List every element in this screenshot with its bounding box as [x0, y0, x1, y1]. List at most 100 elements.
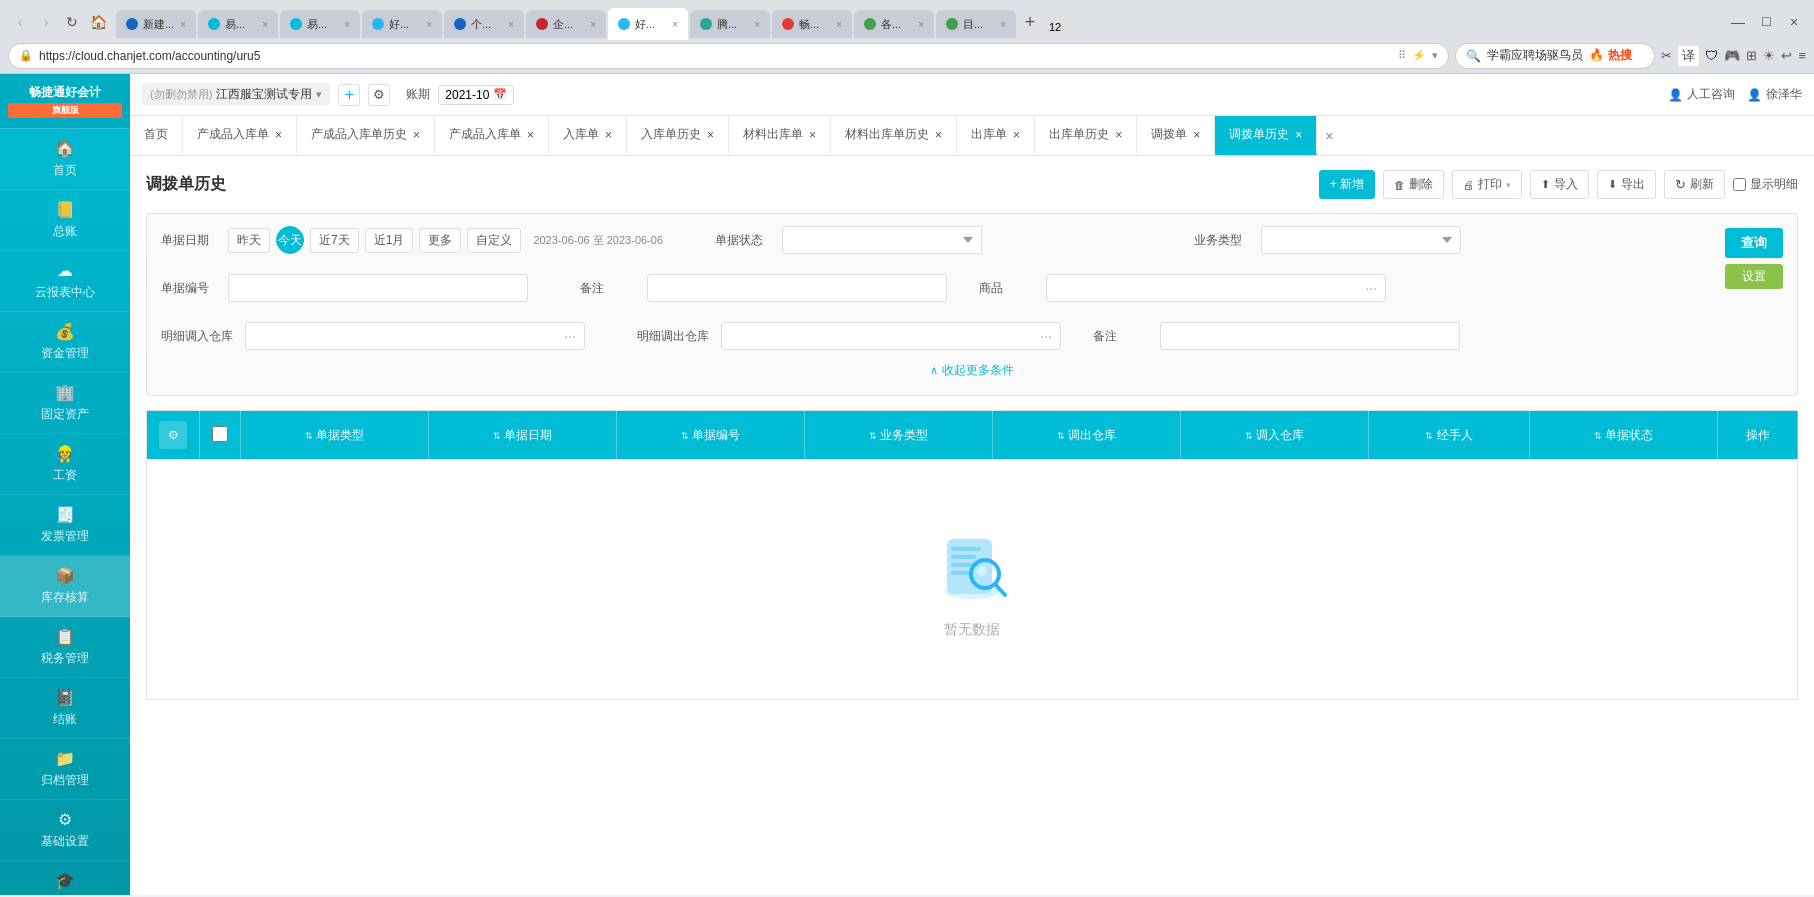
- today-btn[interactable]: 今天: [276, 226, 304, 254]
- page-tab-5[interactable]: 入库单历史 ×: [627, 116, 729, 155]
- shield-icon[interactable]: 🛡: [1705, 48, 1718, 63]
- collapse-btn[interactable]: ∧ 收起更多条件: [161, 358, 1783, 383]
- search-bar[interactable]: 🔍 学霸应聘场驱鸟员 🔥 热搜: [1455, 43, 1655, 69]
- refresh-btn[interactable]: ↻ 刷新: [1664, 170, 1725, 199]
- browser-tab-8[interactable]: 腾... ×: [690, 10, 770, 38]
- sidebar-item-archive[interactable]: 📁 归档管理: [0, 739, 130, 800]
- in-warehouse-selector[interactable]: ···: [245, 322, 585, 350]
- status-select[interactable]: [782, 226, 982, 254]
- page-tab-8-close-btn[interactable]: ×: [1013, 128, 1020, 142]
- goods-selector[interactable]: ···: [1046, 274, 1386, 302]
- tab-10-close[interactable]: ×: [918, 19, 924, 30]
- browser-tab-9[interactable]: 畅... ×: [772, 10, 852, 38]
- user-btn[interactable]: 👤 徐泽华: [1747, 86, 1802, 103]
- tab-6-close[interactable]: ×: [590, 19, 596, 30]
- page-tab-6-close-btn[interactable]: ×: [809, 128, 816, 142]
- tab-4-close[interactable]: ×: [426, 19, 432, 30]
- tab-7-close[interactable]: ×: [672, 19, 678, 30]
- page-tab-4-close-btn[interactable]: ×: [605, 128, 612, 142]
- voucher-input[interactable]: [228, 274, 528, 302]
- sidebar-item-settings[interactable]: ⚙ 基础设置: [0, 800, 130, 861]
- brightness-icon[interactable]: ☀: [1763, 48, 1775, 63]
- custom-btn[interactable]: 自定义: [467, 228, 521, 253]
- page-tab-3-close-btn[interactable]: ×: [527, 128, 534, 142]
- remark2-input[interactable]: [1160, 322, 1460, 350]
- sidebar-item-closeaccount[interactable]: 📓 结账: [0, 678, 130, 739]
- address-bar[interactable]: 🔒 https://cloud.chanjet.com/accounting/u…: [8, 43, 1449, 69]
- print-btn[interactable]: 🖨 打印 ▾: [1452, 170, 1522, 199]
- yesterday-btn[interactable]: 昨天: [228, 228, 270, 253]
- page-tab-4[interactable]: 入库单 ×: [549, 116, 627, 155]
- table-col-biztype[interactable]: ⇅ 业务类型: [804, 411, 992, 460]
- tab-1-close[interactable]: ×: [180, 19, 186, 30]
- page-tab-home[interactable]: 首页: [130, 116, 183, 155]
- sidebar-item-cloud-report[interactable]: ☁ 云报表中心: [0, 251, 130, 312]
- gear-settings-btn[interactable]: ⚙: [368, 84, 390, 106]
- query-btn[interactable]: 查询: [1725, 228, 1783, 258]
- page-tab-7[interactable]: 材料出库单历史 ×: [831, 116, 957, 155]
- page-tab-5-close-btn[interactable]: ×: [707, 128, 714, 142]
- remark-input[interactable]: [647, 274, 947, 302]
- nav-refresh-btn[interactable]: ↻: [60, 10, 84, 34]
- company-selector[interactable]: (勿删勿禁用) 江西服宝测试专用 ▾: [142, 83, 330, 106]
- table-col-in-wh[interactable]: ⇅ 调入仓库: [1180, 411, 1368, 460]
- nav-back-btn[interactable]: ‹: [8, 10, 32, 34]
- gamepad-icon[interactable]: 🎮: [1724, 48, 1740, 63]
- sidebar-item-salary[interactable]: 👷 工资: [0, 434, 130, 495]
- sidebar-item-invoice[interactable]: 🧾 发票管理: [0, 495, 130, 556]
- page-tab-10-close-btn[interactable]: ×: [1193, 128, 1200, 142]
- import-btn[interactable]: ⬆ 导入: [1530, 170, 1589, 199]
- window-maximize-btn[interactable]: ☐: [1754, 10, 1778, 34]
- browser-tab-7-active[interactable]: 好... ×: [608, 8, 688, 40]
- tab-2-close[interactable]: ×: [262, 19, 268, 30]
- window-minimize-btn[interactable]: —: [1726, 10, 1750, 34]
- page-tab-8[interactable]: 出库单 ×: [957, 116, 1035, 155]
- display-toggle-area[interactable]: 显示明细: [1733, 176, 1798, 193]
- page-tab-7-close-btn[interactable]: ×: [935, 128, 942, 142]
- new-tab-btn[interactable]: +: [1018, 10, 1042, 34]
- export-btn[interactable]: ⬇ 导出: [1597, 170, 1656, 199]
- display-toggle-checkbox[interactable]: [1733, 178, 1746, 191]
- sidebar-item-capital[interactable]: 💰 资金管理: [0, 312, 130, 373]
- grid-icon[interactable]: ⊞: [1746, 48, 1757, 63]
- browser-tab-10[interactable]: 各... ×: [854, 10, 934, 38]
- page-tab-3[interactable]: 产成品入库单 ×: [435, 116, 549, 155]
- tab-5-close[interactable]: ×: [508, 19, 514, 30]
- page-tab-11-close-btn[interactable]: ×: [1295, 128, 1302, 142]
- page-tab-1-close-btn[interactable]: ×: [275, 128, 282, 142]
- sidebar-item-home[interactable]: 🏠 首页: [0, 129, 130, 190]
- page-tab-2[interactable]: 产成品入库单历史 ×: [297, 116, 435, 155]
- page-tab-10[interactable]: 调拨单 ×: [1137, 116, 1215, 155]
- sidebar-item-tax[interactable]: 📋 税务管理: [0, 617, 130, 678]
- biztype-select[interactable]: [1261, 226, 1461, 254]
- translate-icon[interactable]: 译: [1678, 46, 1699, 66]
- browser-tab-6[interactable]: 企... ×: [526, 10, 606, 38]
- tab-8-close[interactable]: ×: [754, 19, 760, 30]
- tab-11-close[interactable]: ×: [1000, 19, 1006, 30]
- chevron-down-icon[interactable]: ▾: [1432, 49, 1438, 62]
- out-warehouse-selector[interactable]: ···: [721, 322, 1061, 350]
- tab-9-close[interactable]: ×: [836, 19, 842, 30]
- table-col-out-wh[interactable]: ⇅ 调出仓库: [992, 411, 1180, 460]
- filter-settings-btn[interactable]: 设置: [1725, 264, 1783, 289]
- page-tab-6[interactable]: 材料出库单 ×: [729, 116, 831, 155]
- table-col-checkbox[interactable]: [200, 411, 241, 460]
- nav-home-btn[interactable]: 🏠: [86, 10, 110, 34]
- browser-tab-11[interactable]: 目... ×: [936, 10, 1016, 38]
- select-all-checkbox[interactable]: [212, 426, 228, 442]
- scissors-icon[interactable]: ✂: [1661, 48, 1672, 63]
- browser-tab-1[interactable]: 新建... ×: [116, 10, 196, 38]
- browser-tab-3[interactable]: 易... ×: [280, 10, 360, 38]
- page-tab-9-close-btn[interactable]: ×: [1115, 128, 1122, 142]
- browser-tab-2[interactable]: 易... ×: [198, 10, 278, 38]
- table-col-status[interactable]: ⇅ 单据状态: [1529, 411, 1717, 460]
- add-company-btn[interactable]: +: [338, 84, 360, 106]
- 7days-btn[interactable]: 近7天: [310, 228, 359, 253]
- delete-btn[interactable]: 🗑 删除: [1383, 170, 1444, 199]
- table-col-gear[interactable]: ⚙: [147, 411, 200, 460]
- table-col-voucher[interactable]: ⇅ 单据编号: [616, 411, 804, 460]
- new-btn[interactable]: + 新增: [1319, 170, 1375, 199]
- page-tab-9[interactable]: 出库单历史 ×: [1035, 116, 1137, 155]
- sidebar-item-ledger[interactable]: 📒 总账: [0, 190, 130, 251]
- window-close-btn[interactable]: ×: [1782, 10, 1806, 34]
